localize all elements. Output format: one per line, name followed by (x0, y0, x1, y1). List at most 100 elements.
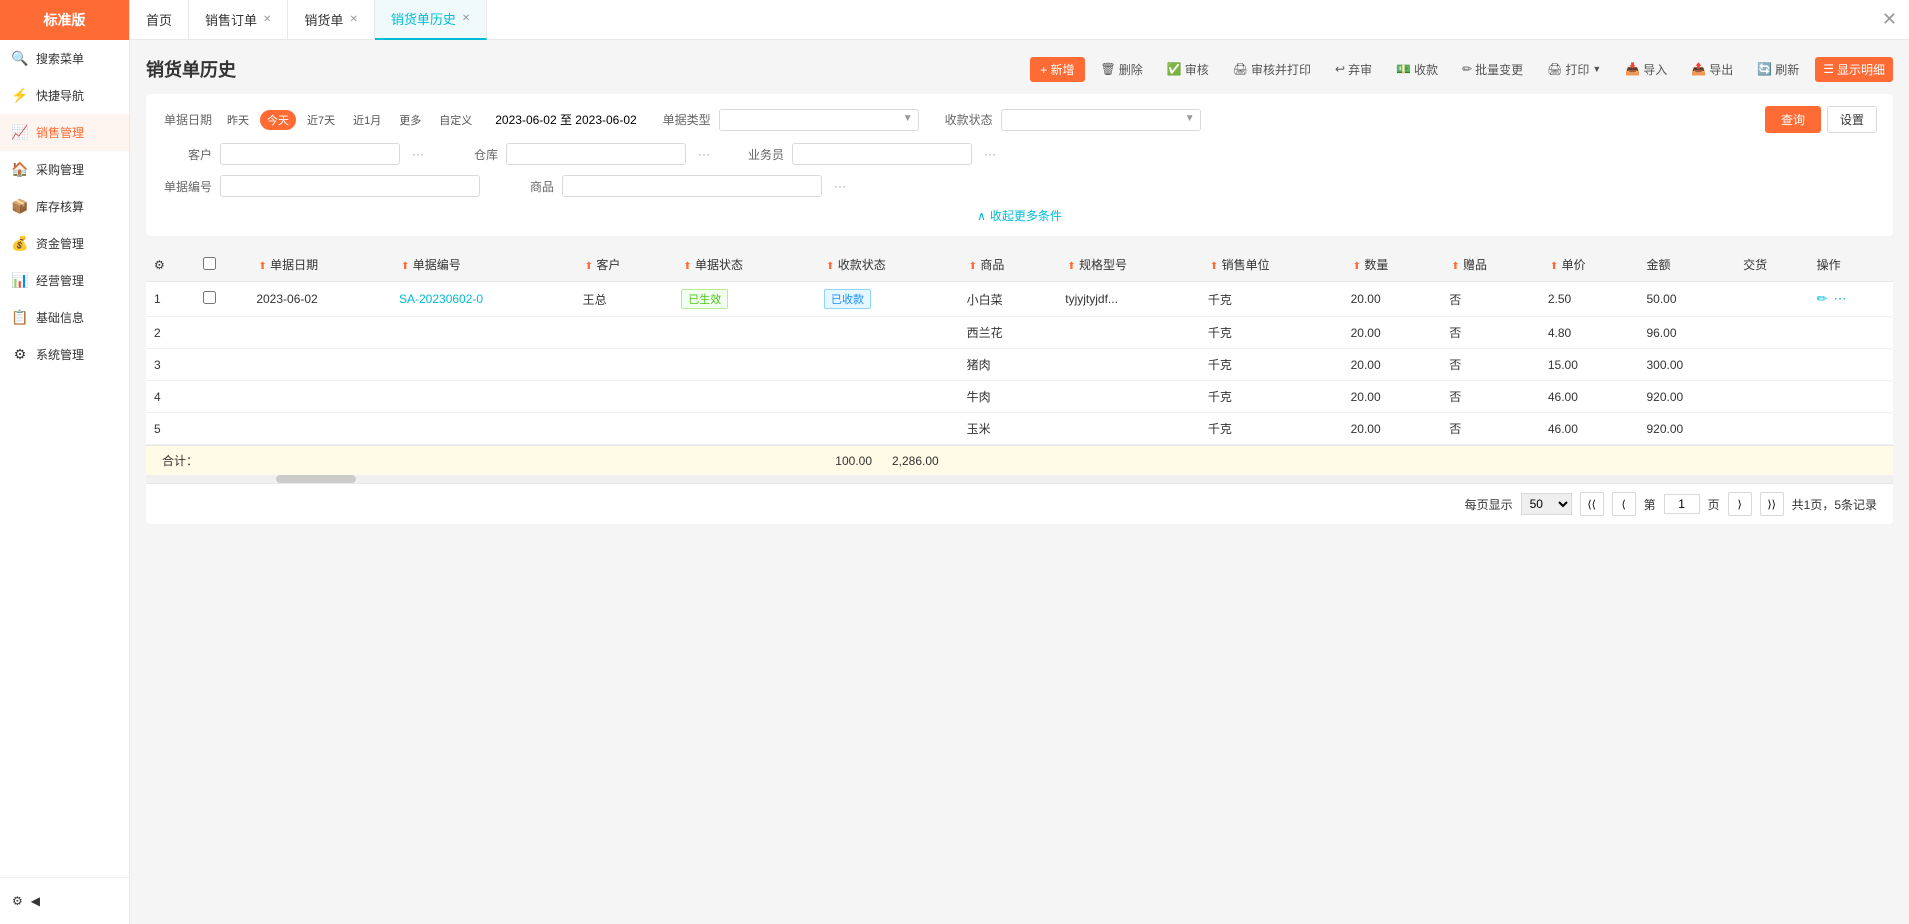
sidebar-item-operation[interactable]: 📊 经营管理 (0, 262, 129, 299)
show-detail-button[interactable]: ☰ 显示明细 (1815, 57, 1893, 82)
collapse-button[interactable]: ∧ 收起更多条件 (162, 207, 1877, 224)
cell-checkbox[interactable] (195, 282, 248, 317)
delete-button[interactable]: 🗑 删除 (1093, 57, 1151, 82)
staff-input[interactable] (792, 143, 972, 165)
audit-button[interactable]: ✅ 审核 (1159, 57, 1217, 82)
edit-icon[interactable]: ✏ (1817, 291, 1828, 307)
page-prev[interactable]: ⟨ (1612, 492, 1636, 516)
print-dropdown-icon: ▼ (1592, 64, 1601, 74)
col-unit[interactable]: ⬆ 销售单位 (1200, 248, 1343, 282)
gear-icon[interactable]: ⚙ (154, 258, 165, 272)
sidebar-item-inventory[interactable]: 📦 库存核算 (0, 188, 129, 225)
tab-sales-order-close[interactable]: ✕ (263, 14, 271, 25)
table-row: 4牛肉千克20.00否46.00920.00 (146, 381, 1893, 413)
audit-print-button[interactable]: 🖨 审核并打印 (1225, 57, 1319, 82)
cell-docno[interactable] (391, 413, 575, 445)
page-next[interactable]: ⟩ (1728, 492, 1752, 516)
date-btn-more[interactable]: 更多 (392, 110, 428, 130)
customer-dots[interactable]: ··· (412, 147, 424, 161)
customer-input[interactable] (220, 143, 400, 165)
col-customer[interactable]: ⬆ 客户 (575, 248, 674, 282)
export-button[interactable]: 📤 导出 (1683, 57, 1741, 82)
cell-gift: 否 (1441, 413, 1540, 445)
page-last[interactable]: ⟩⟩ (1760, 492, 1784, 516)
sidebar-bottom-settings[interactable]: ⚙ ◀ (0, 886, 129, 916)
cell-docno[interactable] (391, 317, 575, 349)
tab-home[interactable]: 首页 (130, 0, 189, 40)
col-doc-no[interactable]: ⬆ 单据编号 (391, 248, 575, 282)
new-button[interactable]: + 新增 (1030, 57, 1084, 82)
date-btn-custom[interactable]: 自定义 (432, 110, 479, 130)
goods-input[interactable] (562, 175, 822, 197)
sidebar-item-sales[interactable]: 📈 销售管理 (0, 114, 129, 151)
col-price[interactable]: ⬆ 单价 (1540, 248, 1639, 282)
date-btn-1month[interactable]: 近1月 (346, 110, 388, 130)
horizontal-scrollbar[interactable] (146, 475, 1893, 483)
abandon-button[interactable]: ↩ 弃审 (1327, 57, 1380, 82)
doc-no-link[interactable]: SA-20230602-0 (399, 292, 483, 306)
refresh-button[interactable]: 🔄 刷新 (1749, 57, 1807, 82)
more-icon[interactable]: ⋯ (1834, 291, 1847, 307)
page-first[interactable]: ⟨⟨ (1580, 492, 1604, 516)
warehouse-input[interactable] (506, 143, 686, 165)
query-button[interactable]: 查询 (1765, 106, 1821, 133)
cell-checkbox[interactable] (195, 381, 248, 413)
cell-checkbox[interactable] (195, 349, 248, 381)
sidebar-item-base[interactable]: 📋 基础信息 (0, 299, 129, 336)
col-gift[interactable]: ⬆ 赠品 (1441, 248, 1540, 282)
tab-sale-goods[interactable]: 销货单 ✕ (288, 0, 374, 40)
refresh-icon: 🔄 (1757, 62, 1772, 76)
sidebar-label-inventory: 库存核算 (36, 198, 84, 215)
collect-status-input[interactable] (1001, 109, 1201, 131)
page-label-2: 页 (1708, 496, 1720, 513)
close-all-tabs[interactable]: ✕ (1870, 9, 1909, 30)
per-page-select[interactable]: 50 100 200 (1521, 493, 1572, 515)
tab-sale-goods-close[interactable]: ✕ (349, 14, 357, 25)
cell-docno[interactable] (391, 349, 575, 381)
goods-dots[interactable]: ··· (834, 179, 846, 193)
scrollbar-thumb[interactable] (276, 475, 356, 483)
date-btn-today[interactable]: 今天 (260, 110, 296, 130)
cell-docno[interactable]: SA-20230602-0 (391, 282, 575, 317)
cell-doc-status: 已生效 (673, 282, 816, 317)
warehouse-dots[interactable]: ··· (698, 147, 710, 161)
page-input[interactable] (1664, 494, 1700, 514)
import-button[interactable]: 📥 导入 (1617, 57, 1675, 82)
tab-sale-goods-history-close[interactable]: ✕ (462, 13, 470, 24)
cell-action[interactable]: ✏⋯ (1809, 282, 1893, 317)
col-date[interactable]: ⬆ 单据日期 (248, 248, 391, 282)
col-doc-status[interactable]: ⬆ 单据状态 (673, 248, 816, 282)
goods-label: 商品 (504, 178, 554, 195)
col-spec[interactable]: ⬆ 规格型号 (1057, 248, 1200, 282)
col-goods[interactable]: ⬆ 商品 (959, 248, 1058, 282)
print-button[interactable]: 🖨 打印 ▼ (1539, 57, 1609, 82)
tab-sale-goods-history[interactable]: 销货单历史 ✕ (375, 0, 487, 40)
date-btn-7days[interactable]: 近7天 (300, 110, 342, 130)
sidebar-item-shortcut[interactable]: ⚡ 快捷导航 (0, 77, 129, 114)
staff-dots[interactable]: ··· (984, 147, 996, 161)
settings-button[interactable]: 设置 (1827, 106, 1877, 133)
filter-collect-status: 收款状态 ▼ (943, 109, 1201, 131)
cell-docno[interactable] (391, 381, 575, 413)
collect-button[interactable]: 💵 收款 (1388, 57, 1446, 82)
doc-no-input[interactable] (220, 175, 480, 197)
sidebar-item-finance[interactable]: 💰 资金管理 (0, 225, 129, 262)
batch-change-icon: ✏ (1462, 62, 1472, 76)
cell-rowno: 4 (146, 381, 195, 413)
cell-doc-status (673, 349, 816, 381)
select-all-checkbox[interactable] (203, 257, 216, 270)
batch-change-button[interactable]: ✏ 批量变更 (1454, 57, 1531, 82)
col-gear[interactable]: ⚙ (146, 248, 195, 282)
cell-trade (1735, 282, 1808, 317)
cell-checkbox[interactable] (195, 317, 248, 349)
tab-sales-order[interactable]: 销售订单 ✕ (189, 0, 288, 40)
date-btn-yesterday[interactable]: 昨天 (220, 110, 256, 130)
sidebar-item-search[interactable]: 🔍 搜索菜单 (0, 40, 129, 77)
sidebar-item-system[interactable]: ⚙ 系统管理 (0, 336, 129, 373)
cell-date (248, 349, 391, 381)
cell-checkbox[interactable] (195, 413, 248, 445)
doc-type-input[interactable] (719, 109, 919, 131)
col-collect-status[interactable]: ⬆ 收款状态 (816, 248, 959, 282)
col-qty[interactable]: ⬆ 数量 (1343, 248, 1442, 282)
sidebar-item-purchase[interactable]: 🏠 采购管理 (0, 151, 129, 188)
